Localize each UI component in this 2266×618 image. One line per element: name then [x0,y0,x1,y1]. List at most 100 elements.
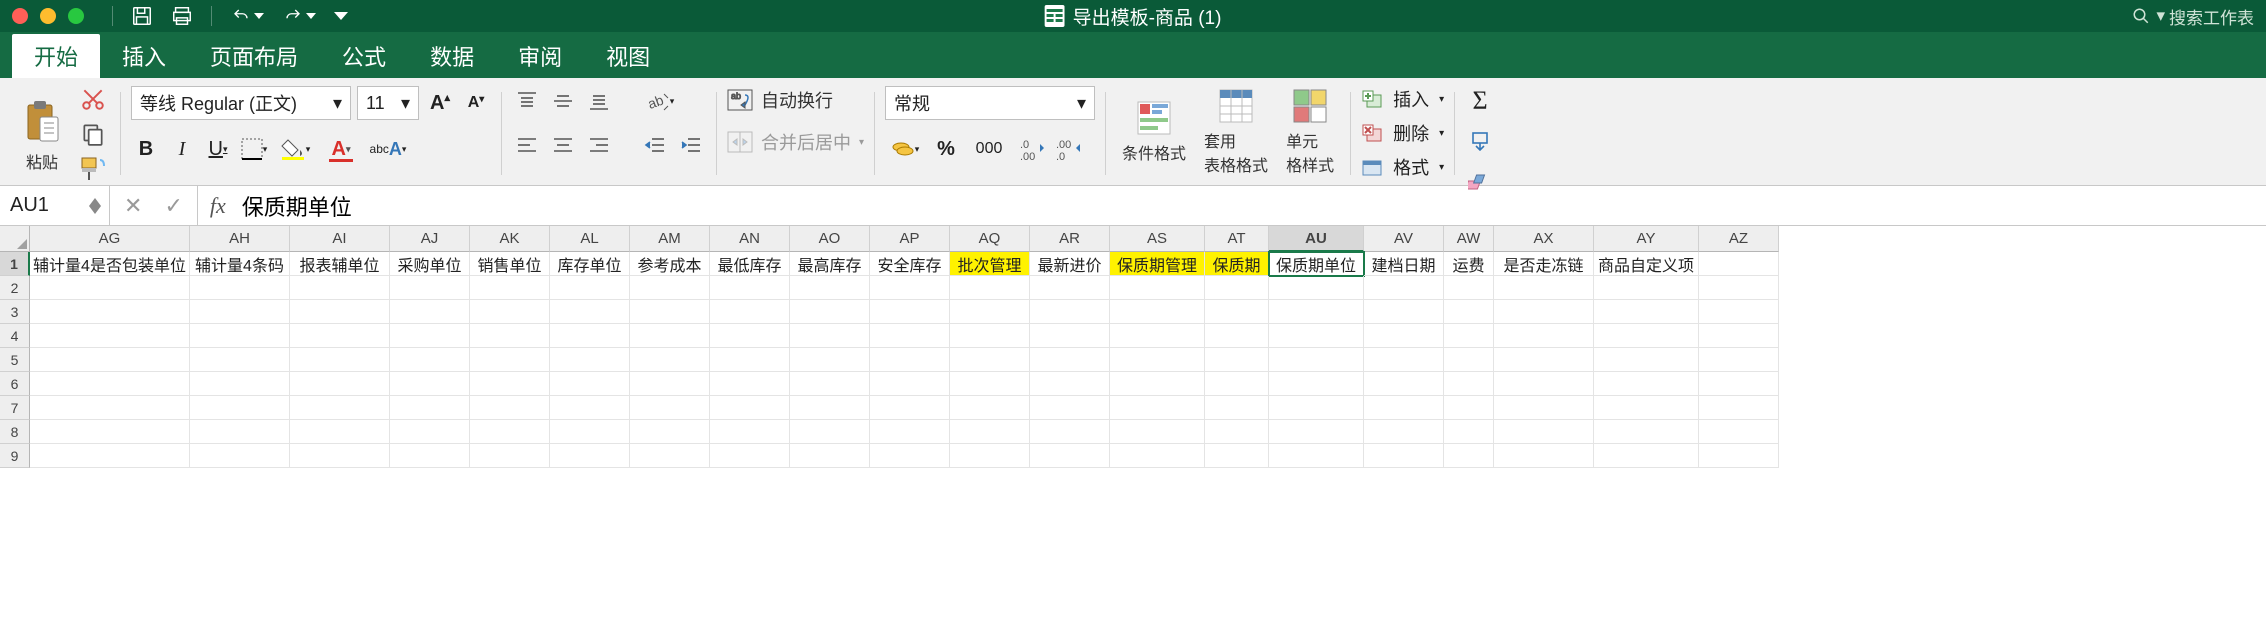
cell-AG7[interactable] [30,396,190,420]
cell-AG8[interactable] [30,420,190,444]
col-header-AZ[interactable]: AZ [1699,226,1779,252]
cell-AM7[interactable] [630,396,710,420]
cell-AN9[interactable] [710,444,790,468]
col-header-AS[interactable]: AS [1110,226,1205,252]
select-all-triangle[interactable] [0,226,30,252]
col-header-AP[interactable]: AP [870,226,950,252]
cell-AH1[interactable]: 辅计量4条码 [190,252,290,276]
tab-公式[interactable]: 公式 [320,34,408,78]
cell-AV1[interactable]: 建档日期 [1364,252,1444,276]
cell-AU6[interactable] [1269,372,1364,396]
underline-button[interactable]: U▾ [203,134,233,164]
cell-AY8[interactable] [1594,420,1699,444]
cell-AG5[interactable] [30,348,190,372]
cell-AG2[interactable] [30,276,190,300]
cell-AV9[interactable] [1364,444,1444,468]
row-header-3[interactable]: 3 [0,300,30,324]
cell-AV2[interactable] [1364,276,1444,300]
row-header-9[interactable]: 9 [0,444,30,468]
cell-AX4[interactable] [1494,324,1594,348]
tab-视图[interactable]: 视图 [584,34,672,78]
name-box-stepper-icon[interactable] [89,198,101,214]
cell-AP7[interactable] [870,396,950,420]
cell-AO6[interactable] [790,372,870,396]
cell-AJ3[interactable] [390,300,470,324]
increase-indent-button[interactable] [676,130,706,160]
cell-AM5[interactable] [630,348,710,372]
cell-AR4[interactable] [1030,324,1110,348]
cell-AL2[interactable] [550,276,630,300]
align-left-button[interactable] [512,130,542,160]
cell-AQ1[interactable]: 批次管理 [950,252,1030,276]
fullscreen-window-button[interactable] [68,8,84,24]
col-header-AO[interactable]: AO [790,226,870,252]
align-bottom-button[interactable] [584,86,614,116]
cell-AG3[interactable] [30,300,190,324]
cell-AW3[interactable] [1444,300,1494,324]
name-box[interactable]: AU1 [0,186,110,226]
close-window-button[interactable] [12,8,28,24]
tab-页面布局[interactable]: 页面布局 [188,34,320,78]
font-name-select[interactable]: 等线 Regular (正文)▾ [131,86,351,120]
row-header-7[interactable]: 7 [0,396,30,420]
cell-AL9[interactable] [550,444,630,468]
cell-AJ9[interactable] [390,444,470,468]
cell-AI1[interactable]: 报表辅单位 [290,252,390,276]
cell-AS3[interactable] [1110,300,1205,324]
cell-AR6[interactable] [1030,372,1110,396]
cancel-formula-icon[interactable]: ✕ [124,193,142,219]
cell-AO2[interactable] [790,276,870,300]
col-header-AI[interactable]: AI [290,226,390,252]
cell-AO7[interactable] [790,396,870,420]
cell-AN7[interactable] [710,396,790,420]
cell-AR8[interactable] [1030,420,1110,444]
cell-AX8[interactable] [1494,420,1594,444]
cell-AX7[interactable] [1494,396,1594,420]
cell-AJ7[interactable] [390,396,470,420]
cell-AR3[interactable] [1030,300,1110,324]
paste-button[interactable]: 粘贴 [16,97,68,175]
cell-AM2[interactable] [630,276,710,300]
cell-AM1[interactable]: 参考成本 [630,252,710,276]
cell-AR1[interactable]: 最新进价 [1030,252,1110,276]
cell-AH7[interactable] [190,396,290,420]
minimize-window-button[interactable] [40,8,56,24]
cell-AK3[interactable] [470,300,550,324]
col-header-AY[interactable]: AY [1594,226,1699,252]
cell-AQ6[interactable] [950,372,1030,396]
cell-AL4[interactable] [550,324,630,348]
cell-AZ3[interactable] [1699,300,1779,324]
cell-AN6[interactable] [710,372,790,396]
cell-AM3[interactable] [630,300,710,324]
cell-AH6[interactable] [190,372,290,396]
cell-AS5[interactable] [1110,348,1205,372]
cell-AV5[interactable] [1364,348,1444,372]
cell-AO5[interactable] [790,348,870,372]
cell-AU8[interactable] [1269,420,1364,444]
cell-AH2[interactable] [190,276,290,300]
save-icon[interactable] [131,5,153,27]
cell-AS4[interactable] [1110,324,1205,348]
cell-AK9[interactable] [470,444,550,468]
cell-AN5[interactable] [710,348,790,372]
cell-AT6[interactable] [1205,372,1269,396]
cell-AW2[interactable] [1444,276,1494,300]
delete-cells-button[interactable]: 删除▾ [1361,120,1444,146]
row-header-6[interactable]: 6 [0,372,30,396]
col-header-AQ[interactable]: AQ [950,226,1030,252]
cell-AU1[interactable]: 保质期单位 [1269,252,1364,276]
cell-AS9[interactable] [1110,444,1205,468]
col-header-AX[interactable]: AX [1494,226,1594,252]
cell-AS2[interactable] [1110,276,1205,300]
align-middle-button[interactable] [548,86,578,116]
col-header-AJ[interactable]: AJ [390,226,470,252]
cell-AO8[interactable] [790,420,870,444]
format-painter-icon[interactable] [80,156,110,185]
cell-AZ7[interactable] [1699,396,1779,420]
cell-AT1[interactable]: 保质期 [1205,252,1269,276]
phonetic-button[interactable]: abcA▾ [367,134,409,164]
cell-AI3[interactable] [290,300,390,324]
align-top-button[interactable] [512,86,542,116]
col-header-AT[interactable]: AT [1205,226,1269,252]
align-center-button[interactable] [548,130,578,160]
